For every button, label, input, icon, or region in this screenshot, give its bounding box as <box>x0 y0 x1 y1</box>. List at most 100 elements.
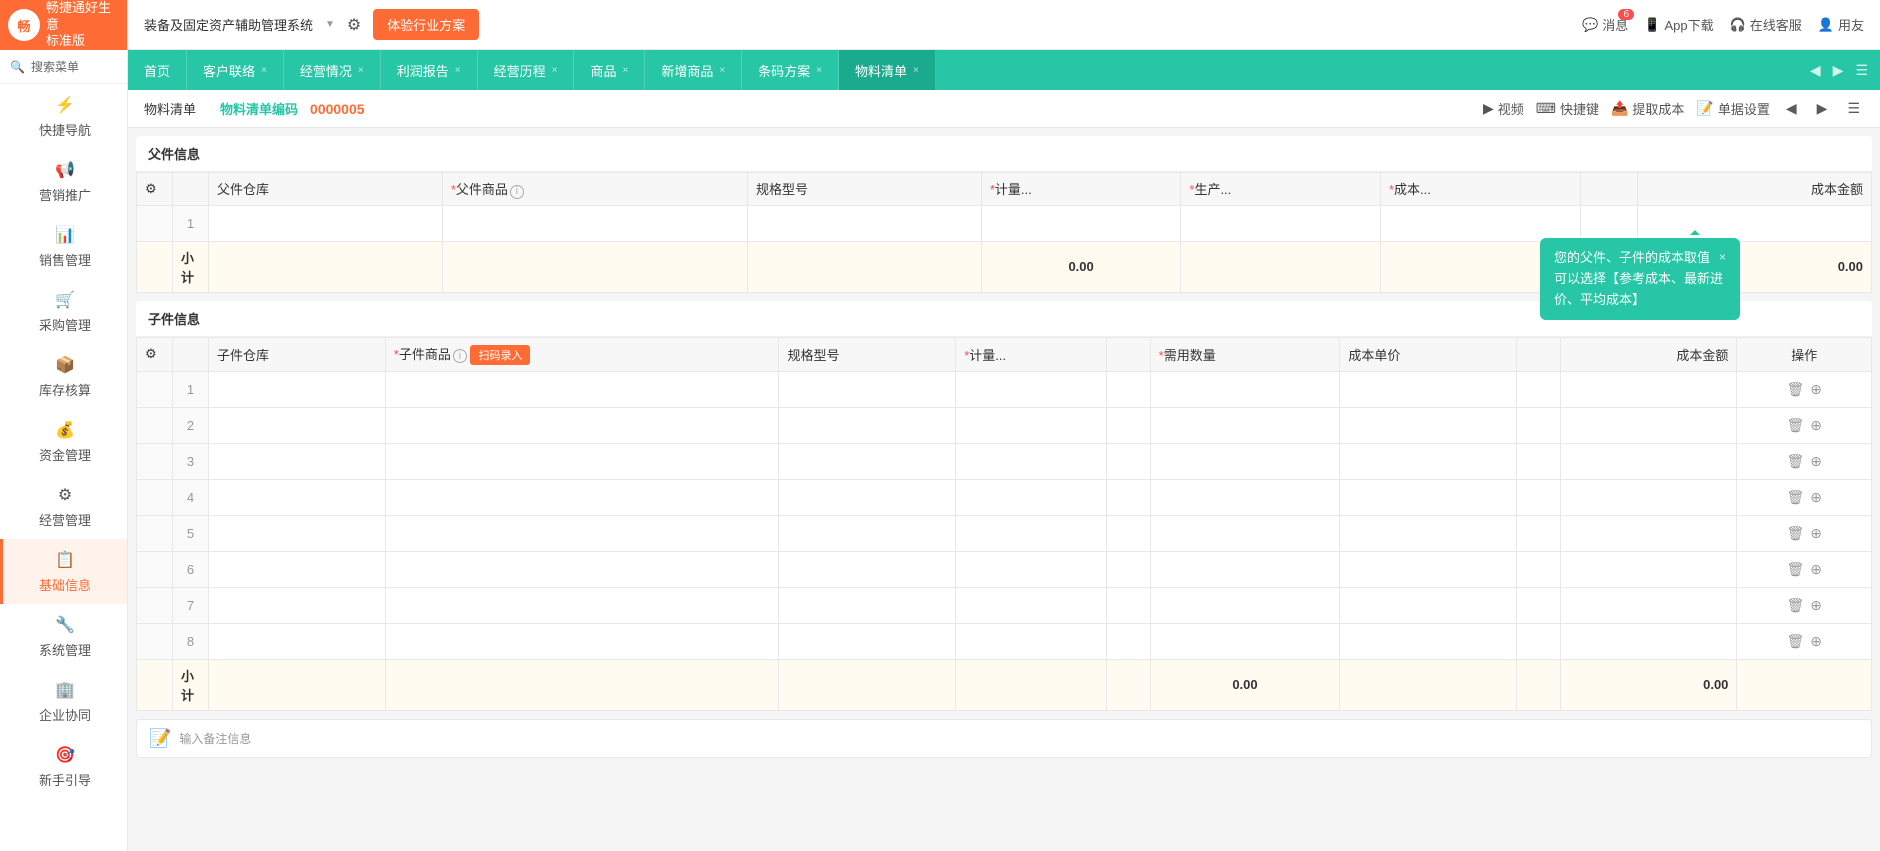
parent-row-1-production[interactable] <box>1181 205 1381 241</box>
delete-icon[interactable]: 🗑 <box>1786 417 1804 434</box>
delete-icon[interactable]: 🗑 <box>1786 561 1804 578</box>
tab-close-operations[interactable]: × <box>358 65 364 76</box>
parent-row-1-unit[interactable] <box>981 205 1181 241</box>
user-button[interactable]: 👤 用友 <box>1818 15 1864 34</box>
try-solution-button[interactable]: 体验行业方案 <box>373 9 479 40</box>
sidebar-item-inventory[interactable]: 📦 库存核算 <box>0 344 127 409</box>
table-row: 1 <box>137 205 1872 241</box>
sidebar-item-quick-nav[interactable]: ⚡ 快捷导航 <box>0 84 127 149</box>
message-icon: 💬 <box>1582 17 1598 33</box>
child-col-warehouse: 子件仓库 <box>209 337 386 371</box>
copy-icon[interactable]: ⊕ <box>1810 453 1822 470</box>
view-video-button[interactable]: ▶ 视频 <box>1483 99 1524 118</box>
child-section: 子件信息 ⚙ 子件仓库 *子件商品i 扫码录入 规格型号 *计量.. <box>136 301 1872 711</box>
tab-operations[interactable]: 经营情况 × <box>284 50 381 90</box>
extract-cost-button[interactable]: 📤 提取成本 <box>1611 99 1684 118</box>
settings-icon[interactable]: ⚙ <box>347 15 361 35</box>
child-row-1-unit[interactable] <box>956 371 1107 407</box>
parent-col-warehouse: 父件仓库 <box>209 173 443 206</box>
note-icon: 📝 <box>149 728 171 749</box>
tab-new-goods[interactable]: 新增商品 × <box>645 50 742 90</box>
sidebar-item-enterprise[interactable]: 🏢 企业协同 <box>0 669 127 734</box>
toolbar-prev-btn[interactable]: ◀ <box>1782 98 1801 119</box>
sidebar-item-purchase[interactable]: 🛒 采购管理 <box>0 279 127 344</box>
copy-icon[interactable]: ⊕ <box>1810 633 1822 650</box>
toolbar-list-btn[interactable]: ☰ <box>1843 98 1864 119</box>
table-row: 8 🗑⊕ <box>137 623 1872 659</box>
app-download-button[interactable]: 📱 App下载 <box>1644 15 1713 34</box>
tab-goods[interactable]: 商品 × <box>574 50 645 90</box>
copy-icon[interactable]: ⊕ <box>1810 525 1822 542</box>
parent-row-1-goods[interactable] <box>442 205 747 241</box>
tab-close-history[interactable]: × <box>552 65 558 76</box>
tab-barcode[interactable]: 条码方案 × <box>742 50 839 90</box>
message-button[interactable]: 💬 消息 6 <box>1582 15 1628 34</box>
sidebar-item-sales[interactable]: 📊 销售管理 <box>0 214 127 279</box>
parent-row-1-warehouse[interactable] <box>209 205 443 241</box>
child-row-1-quantity[interactable] <box>1150 371 1340 407</box>
breadcrumb-bom[interactable]: 物料清单 <box>144 99 196 118</box>
extract-icon: 📤 <box>1611 100 1628 117</box>
tab-bom[interactable]: 物料清单 × <box>839 50 936 90</box>
sidebar-item-operations[interactable]: ⚙ 经营管理 <box>0 474 127 539</box>
tab-close-goods[interactable]: × <box>622 65 628 76</box>
search-menu[interactable]: 🔍 搜索菜单 <box>0 50 127 84</box>
child-col-settings[interactable]: ⚙ <box>137 337 173 371</box>
system-icon: 🔧 <box>54 614 76 636</box>
single-settings-button[interactable]: 📝 单据设置 <box>1696 99 1769 118</box>
nav-next-btn[interactable]: ▶ <box>1829 60 1848 81</box>
system-title: 装备及固定资产辅助管理系统 <box>144 15 313 34</box>
delete-icon[interactable]: 🗑 <box>1786 381 1804 398</box>
parent-row-1-spec[interactable] <box>748 205 982 241</box>
shortcut-button[interactable]: ⌨ 快捷键 <box>1536 99 1599 118</box>
keyboard-icon: ⌨ <box>1536 100 1556 117</box>
delete-icon[interactable]: 🗑 <box>1786 453 1804 470</box>
sidebar-item-system[interactable]: 🔧 系统管理 <box>0 604 127 669</box>
online-service-button[interactable]: 🎧 在线客服 <box>1730 15 1802 34</box>
tab-customers[interactable]: 客户联络 × <box>187 50 284 90</box>
tab-close-customers[interactable]: × <box>261 65 267 76</box>
delete-icon[interactable]: 🗑 <box>1786 489 1804 506</box>
child-row-1-spec[interactable] <box>779 371 956 407</box>
sidebar-item-basic-info[interactable]: 📋 基础信息 <box>0 539 127 604</box>
tab-close-profit[interactable]: × <box>455 65 461 76</box>
child-subtotal-label: 小计 <box>173 659 209 710</box>
toolbar-next-btn[interactable]: ▶ <box>1813 98 1832 119</box>
tab-home[interactable]: 首页 <box>128 50 187 90</box>
child-col-goods: *子件商品i 扫码录入 <box>385 337 779 371</box>
nav-prev-btn[interactable]: ◀ <box>1806 60 1825 81</box>
child-row-1-warehouse[interactable] <box>209 371 386 407</box>
copy-icon[interactable]: ⊕ <box>1810 417 1822 434</box>
scan-input-button[interactable]: 扫码录入 <box>470 345 530 365</box>
child-row-1-unit-cost[interactable] <box>1340 371 1517 407</box>
nav-menu-btn[interactable]: ☰ <box>1851 60 1872 81</box>
child-subtotal-quantity: 0.00 <box>1150 659 1340 710</box>
copy-icon[interactable]: ⊕ <box>1810 489 1822 506</box>
tab-close-new-goods[interactable]: × <box>719 65 725 76</box>
sidebar-item-guide[interactable]: 🎯 新手引导 <box>0 734 127 799</box>
parent-col-settings[interactable]: ⚙ <box>137 173 173 206</box>
note-placeholder[interactable]: 输入备注信息 <box>179 730 251 747</box>
child-row-1-goods[interactable] <box>385 371 779 407</box>
copy-icon[interactable]: ⊕ <box>1810 381 1822 398</box>
delete-icon[interactable]: 🗑 <box>1786 633 1804 650</box>
lightning-icon: ⚡ <box>54 94 76 116</box>
copy-icon[interactable]: ⊕ <box>1810 597 1822 614</box>
toolbar-right: ▶ 视频 ⌨ 快捷键 📤 提取成本 📝 单据设置 ◀ <box>1483 98 1864 119</box>
copy-icon[interactable]: ⊕ <box>1810 561 1822 578</box>
sidebar-item-finance[interactable]: 💰 资金管理 <box>0 409 127 474</box>
delete-icon[interactable]: 🗑 <box>1786 597 1804 614</box>
tooltip-close-button[interactable]: × <box>1719 248 1726 267</box>
child-subtotal-amount: 0.00 <box>1560 659 1737 710</box>
child-col-empty <box>1107 337 1151 371</box>
tab-close-barcode[interactable]: × <box>816 65 822 76</box>
system-dropdown-arrow[interactable]: ▼ <box>325 19 335 30</box>
sidebar-item-marketing[interactable]: 📢 营销推广 <box>0 149 127 214</box>
tab-profit[interactable]: 利润报告 × <box>381 50 478 90</box>
child-col-unit-cost: 成本单价 <box>1340 337 1517 371</box>
delete-icon[interactable]: 🗑 <box>1786 525 1804 542</box>
header-actions: 💬 消息 6 📱 App下载 🎧 在线客服 👤 用友 <box>1582 15 1864 34</box>
parent-row-1-cost[interactable] <box>1380 205 1580 241</box>
tab-history[interactable]: 经营历程 × <box>478 50 575 90</box>
tab-close-bom[interactable]: × <box>913 65 919 76</box>
